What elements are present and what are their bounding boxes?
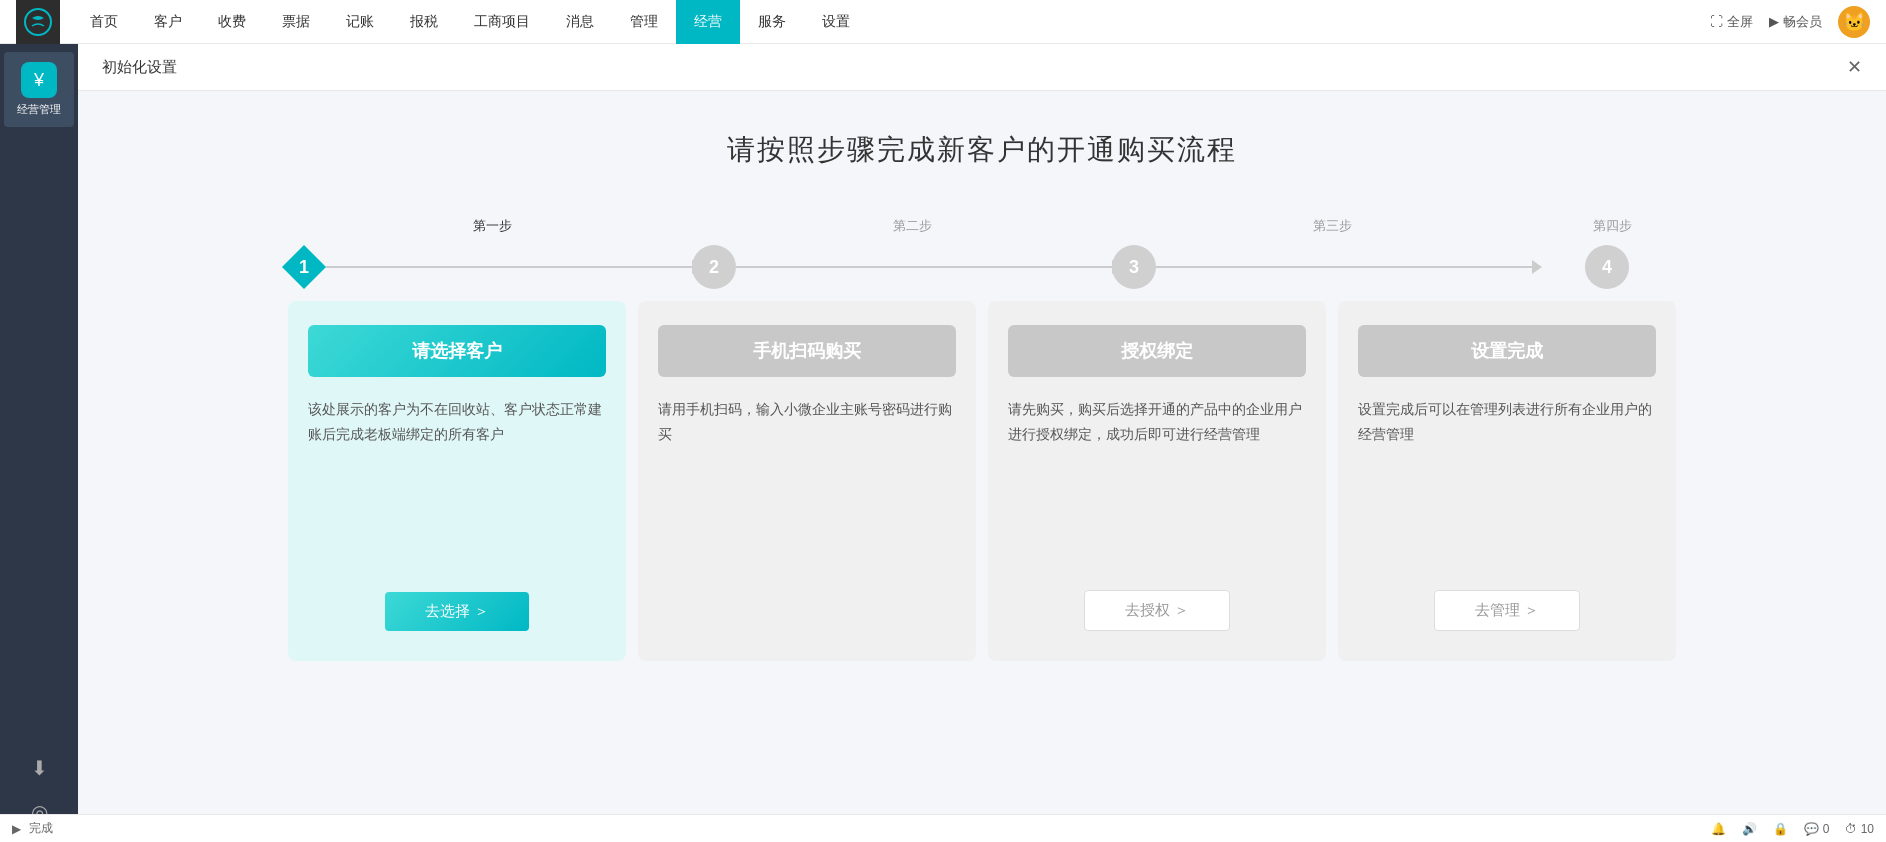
step-1-action-btn[interactable]: 去选择 ＞ bbox=[385, 592, 529, 631]
fullscreen-btn[interactable]: ⛶ 全屏 bbox=[1710, 13, 1753, 31]
app-logo bbox=[16, 0, 60, 44]
nav-operation[interactable]: 经营 bbox=[676, 0, 740, 44]
layout: ¥ 经营管理 ⬇ ◎ 初始化设置 ✕ 请按照步骤完成新客户的开通购买流程 第一步 bbox=[0, 44, 1886, 842]
card-4-body: 设置完成后可以在管理列表进行所有企业用户的经营管理 bbox=[1358, 397, 1656, 570]
card-2-body: 请用手机扫码，输入小微企业主账号密码进行购买 bbox=[658, 397, 956, 611]
page-title: 初始化设置 bbox=[102, 58, 177, 77]
play-status-icon: ▶ bbox=[12, 822, 21, 836]
card-1-title: 请选择客户 bbox=[308, 325, 606, 377]
nav-tax[interactable]: 报税 bbox=[392, 0, 456, 44]
card-2-title: 手机扫码购买 bbox=[658, 325, 956, 377]
step-1-label: 第一步 bbox=[473, 217, 512, 235]
step-2-column: 第二步 2 bbox=[702, 217, 1122, 289]
card-1-action: 去选择 ＞ bbox=[308, 572, 606, 631]
sidebar: ¥ 经营管理 ⬇ ◎ bbox=[0, 44, 78, 842]
card-3-title: 授权绑定 bbox=[1008, 325, 1306, 377]
page-header: 初始化设置 ✕ bbox=[78, 44, 1886, 91]
nav-message[interactable]: 消息 bbox=[548, 0, 612, 44]
nav-fee[interactable]: 收费 bbox=[200, 0, 264, 44]
sound-icon: 🔊 bbox=[1742, 822, 1757, 836]
step-2-circle: 2 bbox=[692, 245, 736, 289]
card-1-wrapper: 请选择客户 该处展示的客户为不在回收站、客户状态正常建账后完成老板端绑定的所有客… bbox=[282, 301, 632, 661]
step-4-action-btn[interactable]: 去管理 ＞ bbox=[1434, 590, 1580, 631]
card-1-body: 该处展示的客户为不在回收站、客户状态正常建账后完成老板端绑定的所有客户 bbox=[308, 397, 606, 572]
nav-service[interactable]: 服务 bbox=[740, 0, 804, 44]
download-icon[interactable]: ⬇ bbox=[21, 750, 57, 786]
step-3-action-btn[interactable]: 去授权 ＞ bbox=[1084, 590, 1230, 631]
step-card-3: 授权绑定 请先购买，购买后选择开通的产品中的企业用户进行授权绑定，成功后即可进行… bbox=[988, 301, 1326, 661]
card-3-action: 去授权 ＞ bbox=[1008, 570, 1306, 631]
card-4-wrapper: 设置完成 设置完成后可以在管理列表进行所有企业用户的经营管理 去管理 ＞ bbox=[1332, 301, 1682, 661]
step-1-column: 第一步 1 bbox=[282, 217, 702, 289]
step-line-2 bbox=[736, 266, 1112, 268]
status-bar: ▶ 完成 🔔 🔊 🔒 💬 0 ⏱ 10 bbox=[0, 814, 1886, 842]
nav-home[interactable]: 首页 bbox=[72, 0, 136, 44]
step-line-1 bbox=[326, 266, 692, 268]
status-bar-left: ▶ 完成 bbox=[12, 820, 53, 837]
nav-items: 首页 客户 收费 票据 记账 报税 工商项目 消息 管理 经营 服务 设置 bbox=[72, 0, 1710, 44]
wizard-container: 请按照步骤完成新客户的开通购买流程 第一步 1 第二步 bbox=[78, 91, 1886, 701]
arrow-3 bbox=[1532, 260, 1542, 274]
nav-business[interactable]: 工商项目 bbox=[456, 0, 548, 44]
steps-row: 第一步 1 第二步 2 bbox=[282, 217, 1682, 289]
card-2-action bbox=[658, 611, 956, 631]
nav-accounting[interactable]: 记账 bbox=[328, 0, 392, 44]
operation-icon: ¥ bbox=[21, 62, 57, 98]
nav-customer[interactable]: 客户 bbox=[136, 0, 200, 44]
card-2-wrapper: 手机扫码购买 请用手机扫码，输入小微企业主账号密码进行购买 bbox=[632, 301, 982, 661]
step-3-label: 第三步 bbox=[1313, 217, 1352, 235]
wizard-heading: 请按照步骤完成新客户的开通购买流程 bbox=[727, 131, 1237, 169]
step-4-label: 第四步 bbox=[1593, 217, 1632, 235]
shield-icon: 🔔 bbox=[1711, 822, 1726, 836]
step-4-column: 第四步 4 bbox=[1542, 217, 1682, 289]
card-4-action: 去管理 ＞ bbox=[1358, 570, 1656, 631]
member-btn[interactable]: ▶ 畅会员 bbox=[1769, 13, 1822, 31]
top-nav: 首页 客户 收费 票据 记账 报税 工商项目 消息 管理 经营 服务 设置 ⛶ … bbox=[0, 0, 1886, 44]
card-3-wrapper: 授权绑定 请先购买，购买后选择开通的产品中的企业用户进行授权绑定，成功后即可进行… bbox=[982, 301, 1332, 661]
svg-point-0 bbox=[25, 9, 51, 35]
main-content: 初始化设置 ✕ 请按照步骤完成新客户的开通购买流程 第一步 1 bbox=[78, 44, 1886, 842]
nav-settings[interactable]: 设置 bbox=[804, 0, 868, 44]
step-2-label: 第二步 bbox=[893, 217, 932, 235]
cards-row: 请选择客户 该处展示的客户为不在回收站、客户状态正常建账后完成老板端绑定的所有客… bbox=[282, 301, 1682, 661]
card-4-title: 设置完成 bbox=[1358, 325, 1656, 377]
close-button[interactable]: ✕ bbox=[1847, 56, 1862, 78]
sidebar-item-operation[interactable]: ¥ 经营管理 bbox=[4, 52, 74, 127]
step-card-4: 设置完成 设置完成后可以在管理列表进行所有企业用户的经营管理 去管理 ＞ bbox=[1338, 301, 1676, 661]
message-count: 💬 0 bbox=[1804, 822, 1829, 836]
play-icon: ▶ bbox=[1769, 14, 1779, 29]
card-3-body: 请先购买，购买后选择开通的产品中的企业用户进行授权绑定，成功后即可进行经营管理 bbox=[1008, 397, 1306, 570]
step-card-1: 请选择客户 该处展示的客户为不在回收站、客户状态正常建账后完成老板端绑定的所有客… bbox=[288, 301, 626, 661]
status-text: 完成 bbox=[29, 820, 53, 837]
nav-manage[interactable]: 管理 bbox=[612, 0, 676, 44]
step-card-2: 手机扫码购买 请用手机扫码，输入小微企业主账号密码进行购买 bbox=[638, 301, 976, 661]
step-4-circle: 4 bbox=[1585, 245, 1629, 289]
step-line-3 bbox=[1156, 266, 1532, 268]
step-1-circle: 1 bbox=[282, 245, 326, 289]
avatar[interactable]: 🐱 bbox=[1838, 6, 1870, 38]
step-3-circle: 3 bbox=[1112, 245, 1156, 289]
status-bar-right: 🔔 🔊 🔒 💬 0 ⏱ 10 bbox=[1711, 822, 1874, 836]
nav-invoice[interactable]: 票据 bbox=[264, 0, 328, 44]
step-3-column: 第三步 3 bbox=[1122, 217, 1542, 289]
fullscreen-icon: ⛶ bbox=[1710, 14, 1723, 29]
timer: ⏱ 10 bbox=[1845, 822, 1874, 836]
lock-icon: 🔒 bbox=[1773, 822, 1788, 836]
nav-right: ⛶ 全屏 ▶ 畅会员 🐱 bbox=[1710, 6, 1870, 38]
